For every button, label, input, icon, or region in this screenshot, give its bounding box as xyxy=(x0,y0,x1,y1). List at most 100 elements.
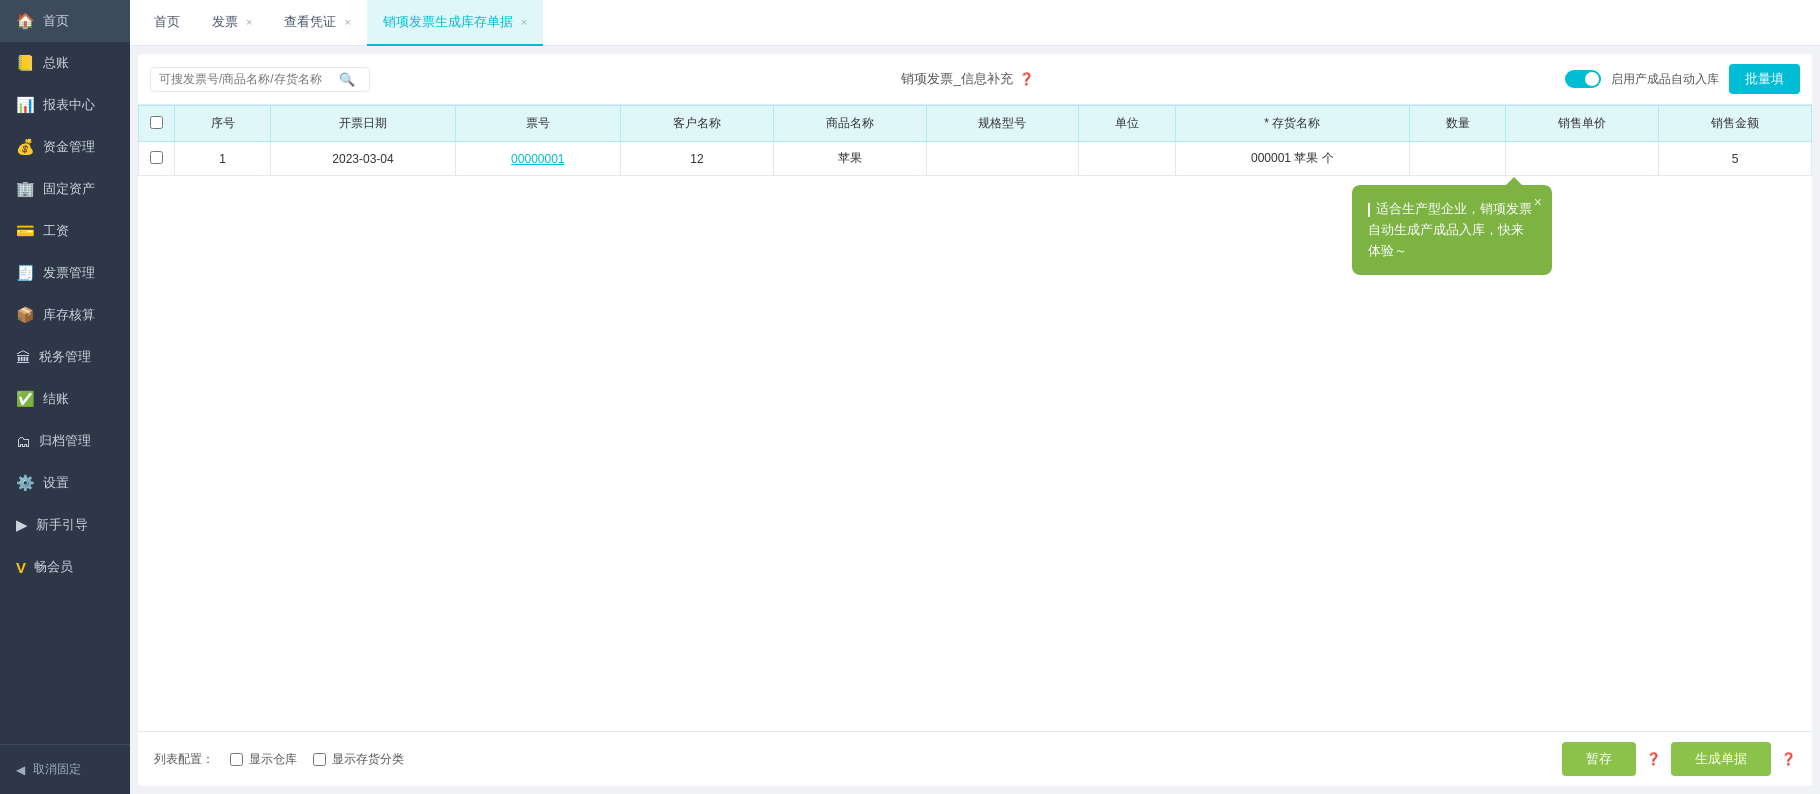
header-amount: 销售金额 xyxy=(1659,106,1812,142)
tab-voucher-label: 查看凭证 xyxy=(284,13,336,31)
row-product: 苹果 xyxy=(773,142,926,176)
unfix-label: 取消固定 xyxy=(33,761,81,778)
header-qty: 数量 xyxy=(1410,106,1506,142)
help-icon[interactable]: ❓ xyxy=(1019,72,1034,86)
toolbar: 🔍 销项发票_信息补充 ❓ 启用产成品自动入库 批量填 xyxy=(138,54,1812,105)
sidebar-item-wages[interactable]: 💳 工资 xyxy=(0,210,130,252)
tooltip-close-button[interactable]: × xyxy=(1534,191,1542,213)
tab-red-invoice[interactable]: 销项发票生成库存单据 × xyxy=(367,0,543,46)
main-content: 首页 发票 × 查看凭证 × 销项发票生成库存单据 × 🔍 销项发票_信息补充 … xyxy=(130,0,1820,794)
row-seq: 1 xyxy=(175,142,271,176)
search-icon: 🔍 xyxy=(339,72,355,87)
row-unit xyxy=(1079,142,1175,176)
sidebar-item-tax[interactable]: 🏛 税务管理 xyxy=(0,336,130,378)
row-checkbox-cell xyxy=(139,142,175,176)
sidebar-item-label: 归档管理 xyxy=(39,432,91,450)
sidebar-item-assets[interactable]: 🏢 固定资产 xyxy=(0,168,130,210)
tab-invoice-close[interactable]: × xyxy=(246,16,252,28)
tab-home[interactable]: 首页 xyxy=(138,0,196,46)
search-box[interactable]: 🔍 xyxy=(150,67,370,92)
sidebar-item-label: 畅会员 xyxy=(34,558,73,576)
unfix-icon: ◀ xyxy=(16,763,25,777)
select-all-checkbox[interactable] xyxy=(150,116,163,129)
show-warehouse-group: 显示仓库 xyxy=(230,751,297,768)
page-area: 🔍 销项发票_信息补充 ❓ 启用产成品自动入库 批量填 xyxy=(138,54,1812,786)
sidebar-item-label: 设置 xyxy=(43,474,69,492)
header-unit: 单位 xyxy=(1079,106,1175,142)
tab-voucher-close[interactable]: × xyxy=(344,16,350,28)
sidebar-item-label: 固定资产 xyxy=(43,180,95,198)
sidebar-item-vip[interactable]: V 畅会员 xyxy=(0,546,130,588)
sidebar-item-inventory[interactable]: 📦 库存核算 xyxy=(0,294,130,336)
row-spec xyxy=(926,142,1079,176)
row-amount: 5 xyxy=(1659,142,1812,176)
toolbar-right: 启用产成品自动入库 批量填 xyxy=(1565,64,1800,94)
toolbar-title: 销项发票_信息补充 xyxy=(901,70,1012,88)
header-customer: 客户名称 xyxy=(621,106,774,142)
sidebar-item-ledger[interactable]: 📒 总账 xyxy=(0,42,130,84)
sidebar-item-label: 资金管理 xyxy=(43,138,95,156)
archive-icon: 🗂 xyxy=(16,433,31,450)
sidebar-item-label: 工资 xyxy=(43,222,69,240)
tab-invoice[interactable]: 发票 × xyxy=(196,0,268,46)
generate-help-icon[interactable]: ❓ xyxy=(1781,752,1796,766)
wages-icon: 💳 xyxy=(16,222,35,240)
ledger-icon: 📒 xyxy=(16,54,35,72)
sidebar: 🏠 首页 📒 总账 📊 报表中心 💰 资金管理 🏢 固定资产 💳 工资 🧾 发票… xyxy=(0,0,130,794)
header-price: 销售单价 xyxy=(1506,106,1659,142)
sidebar-item-guide[interactable]: ▶ 新手引导 xyxy=(0,504,130,546)
tab-voucher[interactable]: 查看凭证 × xyxy=(268,0,366,46)
footer-actions: 暂存 ❓ 生成单据 ❓ xyxy=(1562,742,1796,776)
show-category-group: 显示存货分类 xyxy=(313,751,404,768)
sidebar-item-label: 总账 xyxy=(43,54,69,72)
sidebar-item-home[interactable]: 🏠 首页 xyxy=(0,0,130,42)
sidebar-item-funds[interactable]: 💰 资金管理 xyxy=(0,126,130,168)
tab-home-label: 首页 xyxy=(154,13,180,31)
toggle-label: 启用产成品自动入库 xyxy=(1611,71,1719,88)
unfix-button[interactable]: ◀ 取消固定 xyxy=(0,753,130,786)
row-checkbox[interactable] xyxy=(150,151,163,164)
header-inventory: * 存货名称 xyxy=(1175,106,1409,142)
show-warehouse-label: 显示仓库 xyxy=(249,751,297,768)
settlement-icon: ✅ xyxy=(16,390,35,408)
row-qty xyxy=(1410,142,1506,176)
row-price xyxy=(1506,142,1659,176)
sidebar-item-label: 库存核算 xyxy=(43,306,95,324)
data-table: 序号 开票日期 票号 客户名称 商品名称 规格型号 单位 * 存货名称 数量 销… xyxy=(138,105,1812,176)
show-warehouse-checkbox[interactable] xyxy=(230,753,243,766)
sidebar-item-label: 报表中心 xyxy=(43,96,95,114)
row-ticket-no[interactable]: 00000001 xyxy=(455,142,620,176)
auto-warehouse-toggle[interactable] xyxy=(1565,70,1601,88)
save-button[interactable]: 暂存 xyxy=(1562,742,1636,776)
row-customer: 12 xyxy=(621,142,774,176)
inventory-icon: 📦 xyxy=(16,306,35,324)
sidebar-item-invoices[interactable]: 🧾 发票管理 xyxy=(0,252,130,294)
tooltip-text: 适合生产型企业，销项发票自动生成产成品入库，快来体验～ xyxy=(1368,201,1532,258)
tooltip-cursor xyxy=(1368,203,1370,217)
sidebar-item-label: 税务管理 xyxy=(39,348,91,366)
sidebar-item-label: 结账 xyxy=(43,390,69,408)
header-spec: 规格型号 xyxy=(926,106,1079,142)
sidebar-item-archive[interactable]: 🗂 归档管理 xyxy=(0,420,130,462)
header-date: 开票日期 xyxy=(271,106,455,142)
sidebar-bottom: ◀ 取消固定 xyxy=(0,744,130,794)
save-help-icon[interactable]: ❓ xyxy=(1646,752,1661,766)
generate-button[interactable]: 生成单据 xyxy=(1671,742,1771,776)
list-config-label: 列表配置： xyxy=(154,751,214,768)
guide-icon: ▶ xyxy=(16,516,28,534)
sidebar-item-settlement[interactable]: ✅ 结账 xyxy=(0,378,130,420)
batch-button[interactable]: 批量填 xyxy=(1729,64,1800,94)
sidebar-item-label: 发票管理 xyxy=(43,264,95,282)
row-date: 2023-03-04 xyxy=(271,142,455,176)
header-product: 商品名称 xyxy=(773,106,926,142)
show-category-checkbox[interactable] xyxy=(313,753,326,766)
search-input[interactable] xyxy=(159,72,339,86)
tab-invoice-label: 发票 xyxy=(212,13,238,31)
table-row: 1 2023-03-04 00000001 12 苹果 000001 苹果 个 … xyxy=(139,142,1812,176)
sidebar-item-label: 新手引导 xyxy=(36,516,88,534)
assets-icon: 🏢 xyxy=(16,180,35,198)
sidebar-item-settings[interactable]: ⚙️ 设置 xyxy=(0,462,130,504)
sidebar-item-reports[interactable]: 📊 报表中心 xyxy=(0,84,130,126)
tab-red-invoice-close[interactable]: × xyxy=(521,16,527,28)
header-seq: 序号 xyxy=(175,106,271,142)
